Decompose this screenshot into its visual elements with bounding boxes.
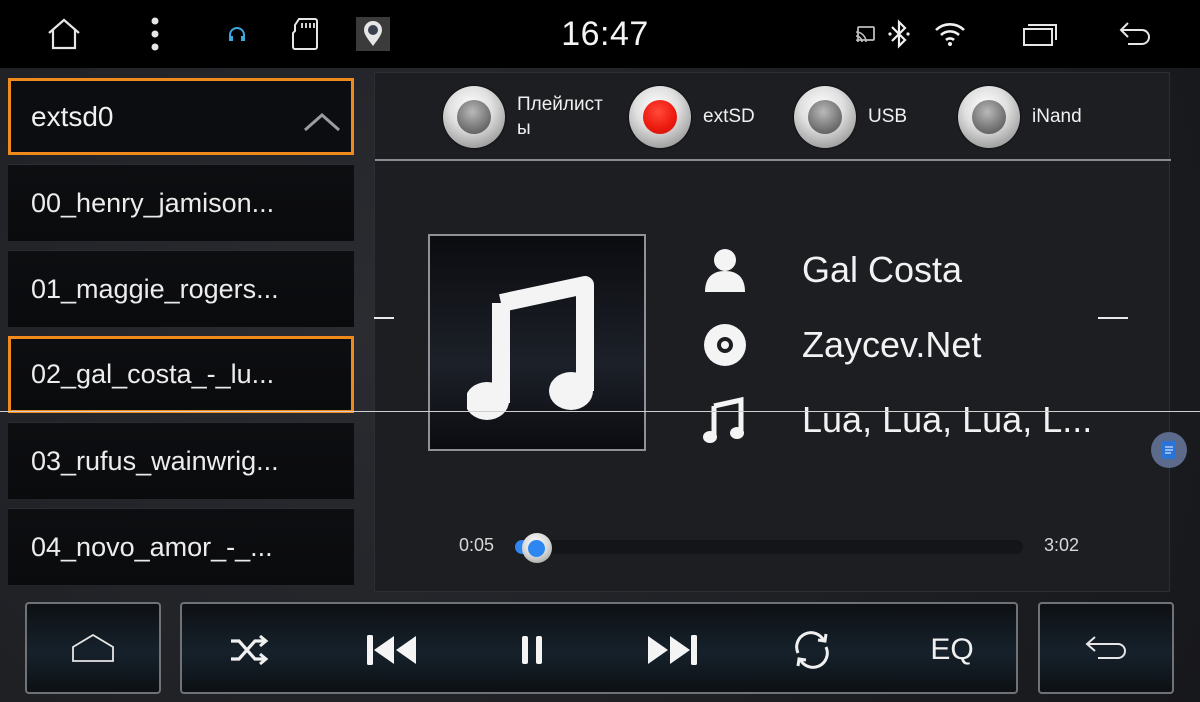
clock: 16:47 xyxy=(561,15,649,53)
source-inand[interactable]: iNand xyxy=(958,85,1082,149)
seek-bar[interactable] xyxy=(515,533,1023,563)
pause-icon xyxy=(522,636,542,664)
source-usb[interactable]: USB xyxy=(794,85,907,149)
track-filename: 04_novo_amor_-_... xyxy=(31,531,273,562)
back-button[interactable] xyxy=(1038,602,1174,694)
album-art xyxy=(428,234,646,451)
list-item-selected[interactable]: 02_gal_costa_-_lu... xyxy=(8,336,354,413)
source-selector: Плейлист ы extSD USB iNand xyxy=(375,73,1171,161)
radio-knob[interactable] xyxy=(443,86,505,148)
skip-previous-icon xyxy=(367,635,416,665)
shuffle-button[interactable] xyxy=(204,604,294,696)
list-item[interactable]: 03_rufus_wainwrig... xyxy=(8,422,354,499)
home-icon[interactable] xyxy=(44,14,84,54)
track-filename: 02_gal_costa_-_lu... xyxy=(31,359,275,389)
radio-knob[interactable] xyxy=(629,86,691,148)
track-filename: 00_henry_jamison... xyxy=(31,187,275,218)
person-icon xyxy=(700,245,750,295)
track-title: Lua, Lua, Lua, L... xyxy=(802,399,1093,440)
gps-icon xyxy=(356,14,390,54)
floating-notes-button[interactable] xyxy=(1151,432,1187,468)
more-vert-icon[interactable] xyxy=(140,14,170,54)
transport-bar: EQ xyxy=(180,602,1018,694)
screen-artifact xyxy=(1098,317,1128,319)
repeat-button[interactable] xyxy=(767,604,857,696)
player-panel: Плейлист ы extSD USB iNand Gal Costa Zay… xyxy=(374,72,1171,592)
elapsed-time: 0:05 xyxy=(459,535,495,555)
recent-apps-icon[interactable] xyxy=(1020,14,1060,54)
eq-button[interactable]: EQ xyxy=(907,604,997,696)
source-extsd[interactable]: extSD xyxy=(629,85,755,149)
repeat-icon xyxy=(795,631,829,669)
music-note-icon xyxy=(700,395,750,445)
music-note-icon xyxy=(467,275,594,420)
track-filename: 01_maggie_rogers... xyxy=(31,273,279,304)
previous-button[interactable] xyxy=(347,604,437,696)
wifi-icon xyxy=(932,14,968,54)
screen-artifact xyxy=(374,317,394,319)
folder-label: extsd0 xyxy=(31,100,114,132)
progress-area: 0:05 3:02 xyxy=(459,529,1099,565)
folder-dropdown[interactable]: extsd0 xyxy=(8,78,354,155)
skip-next-icon xyxy=(648,635,697,665)
list-item[interactable]: 04_novo_amor_-_... xyxy=(8,508,354,585)
source-label: iNand xyxy=(1032,106,1082,127)
list-item[interactable]: 00_henry_jamison... xyxy=(8,164,354,241)
chevron-up-icon xyxy=(303,107,341,139)
home-icon xyxy=(72,633,114,662)
disc-icon xyxy=(700,320,750,370)
album-row: Zaycev.Net xyxy=(700,315,981,375)
home-button[interactable] xyxy=(25,602,161,694)
total-duration: 3:02 xyxy=(1044,535,1080,555)
source-label: Плейлист ы xyxy=(517,94,603,139)
bottom-controls: EQ xyxy=(0,596,1200,702)
source-label: extSD xyxy=(703,106,755,127)
shuffle-icon xyxy=(231,634,269,666)
artist-name: Gal Costa xyxy=(802,249,963,290)
file-list: extsd0 00_henry_jamison... 01_maggie_rog… xyxy=(8,78,354,585)
screen-artifact xyxy=(0,411,1200,412)
seek-thumb[interactable] xyxy=(521,533,552,563)
radio-knob[interactable] xyxy=(794,86,856,148)
back-icon xyxy=(1085,636,1126,659)
source-label: USB xyxy=(868,106,908,127)
back-icon[interactable] xyxy=(1115,14,1155,54)
headphones-icon xyxy=(224,14,250,54)
album-name: Zaycev.Net xyxy=(802,324,982,365)
sd-card-icon xyxy=(285,14,325,54)
track-filename: 03_rufus_wainwrig... xyxy=(31,445,279,476)
list-item[interactable]: 01_maggie_rogers... xyxy=(8,250,354,327)
artist-row: Gal Costa xyxy=(700,240,962,300)
bluetooth-icon xyxy=(886,14,912,54)
status-bar: 16:47 xyxy=(0,0,1200,68)
document-icon xyxy=(1162,441,1176,459)
cast-icon xyxy=(852,14,878,54)
source-playlists[interactable]: Плейлист ы xyxy=(443,85,617,149)
pause-button[interactable] xyxy=(487,604,577,696)
radio-knob[interactable] xyxy=(958,86,1020,148)
next-button[interactable] xyxy=(627,604,717,696)
title-row: Lua, Lua, Lua, L... xyxy=(700,390,1092,450)
